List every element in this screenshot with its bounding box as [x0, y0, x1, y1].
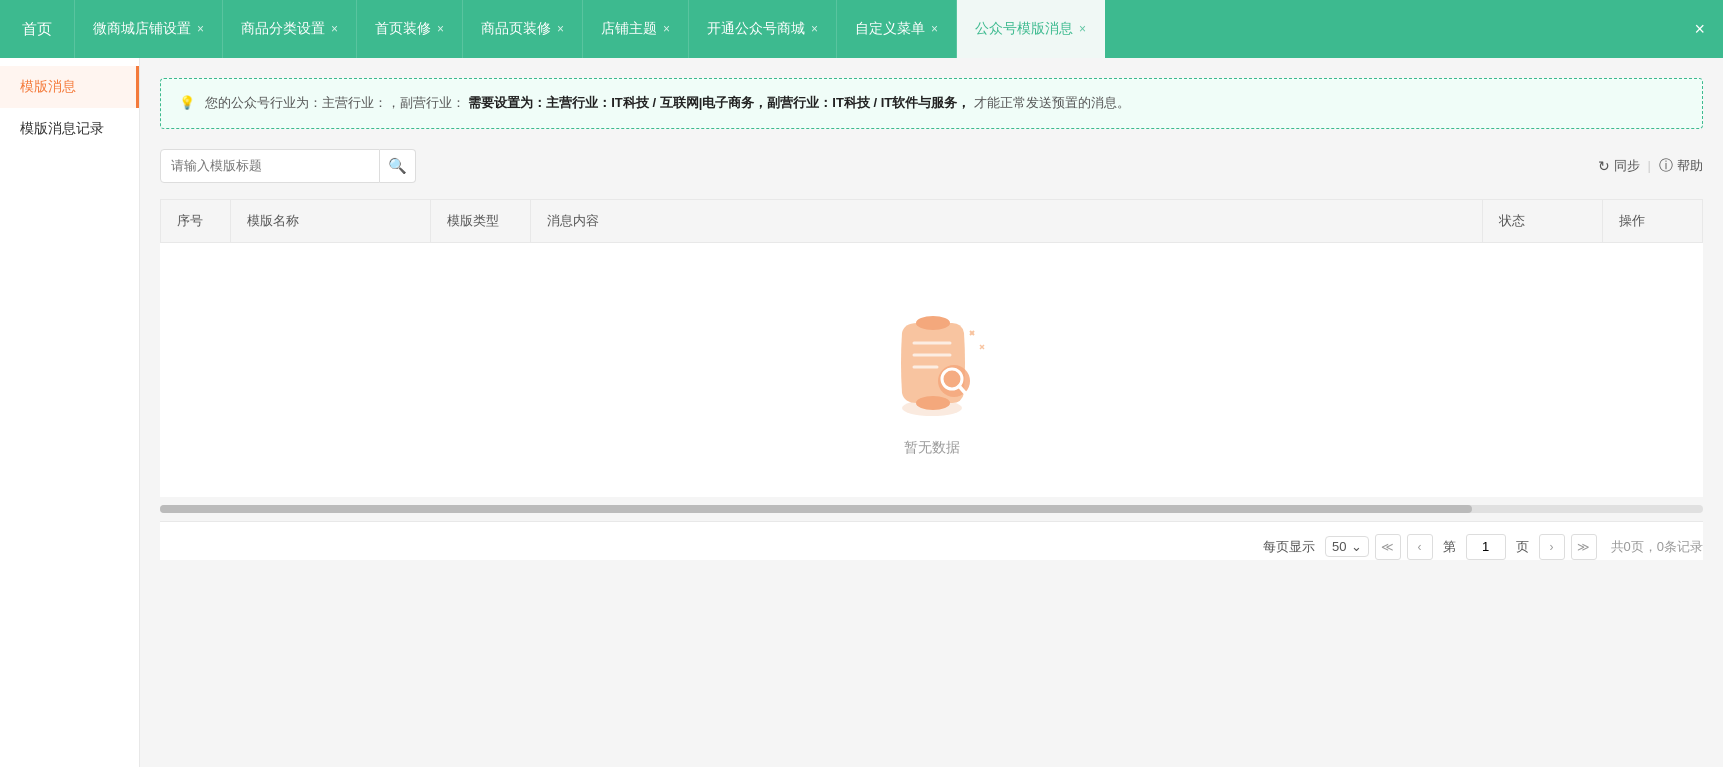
tab-custom-menu[interactable]: 自定义菜单 × [837, 0, 957, 58]
table-header: 序号 模版名称 模版类型 消息内容 状态 操作 [161, 199, 1703, 242]
empty-state: 暂无数据 [160, 243, 1703, 497]
tab-store-theme[interactable]: 店铺主题 × [583, 0, 689, 58]
search-input[interactable] [160, 149, 380, 183]
content-area: 💡 您的公众号行业为：主营行业：，副营行业： 需要设置为：主营行业：IT科技 /… [140, 58, 1723, 767]
search-bar: 🔍 ↻ 同步 | ⓘ 帮助 [160, 149, 1703, 183]
notice-highlight: 需要设置为：主营行业：IT科技 / 互联网|电子商务，副营行业：IT科技 / I… [468, 95, 970, 110]
last-page-button[interactable]: ≫ [1571, 534, 1597, 560]
tab-product-decor[interactable]: 商品页装修 × [463, 0, 583, 58]
global-close-button[interactable]: × [1676, 19, 1723, 40]
tab-wechat-shop[interactable]: 微商城店铺设置 × [75, 0, 223, 58]
tab-bar: 首页 微商城店铺设置 × 商品分类设置 × 首页装修 × 商品页装修 × 店铺主… [0, 0, 1723, 58]
empty-text: 暂无数据 [904, 439, 960, 457]
notice-box: 💡 您的公众号行业为：主营行业：，副营行业： 需要设置为：主营行业：IT科技 /… [160, 78, 1703, 129]
col-name: 模版名称 [231, 199, 431, 242]
notice-icon: 💡 [179, 95, 195, 110]
total-text: 共0页，0条记录 [1611, 538, 1703, 556]
col-action: 操作 [1603, 199, 1703, 242]
tab-home-decor-label: 首页装修 [375, 20, 431, 38]
per-page-chevron-icon: ⌄ [1351, 539, 1362, 554]
tab-open-mall[interactable]: 开通公众号商城 × [689, 0, 837, 58]
page-label: 第 [1443, 538, 1456, 556]
sidebar-item-template-msg[interactable]: 模版消息 [0, 66, 139, 108]
tab-store-theme-label: 店铺主题 [601, 20, 657, 38]
search-button[interactable]: 🔍 [380, 149, 416, 183]
horizontal-scrollbar[interactable] [160, 505, 1703, 513]
tab-wechat-shop-close[interactable]: × [197, 22, 204, 36]
tab-category-close[interactable]: × [331, 22, 338, 36]
tab-template-msg[interactable]: 公众号模版消息 × [957, 0, 1105, 58]
tab-open-mall-close[interactable]: × [811, 22, 818, 36]
sync-label: 同步 [1614, 157, 1640, 175]
search-icon: 🔍 [388, 157, 407, 175]
first-page-button[interactable]: ≪ [1375, 534, 1401, 560]
empty-illustration [872, 303, 992, 423]
scroll-thumb[interactable] [160, 505, 1472, 513]
toolbar-right: ↻ 同步 | ⓘ 帮助 [1598, 157, 1703, 175]
sidebar-item-template-msg-log-label: 模版消息记录 [20, 120, 104, 136]
page-unit: 页 [1516, 538, 1529, 556]
pagination-bar: 每页显示 50 ⌄ ≪ ‹ 第 页 › ≫ 共0页，0条记录 [160, 521, 1703, 560]
sidebar: 模版消息 模版消息记录 [0, 58, 140, 767]
tab-store-theme-close[interactable]: × [663, 22, 670, 36]
data-table: 序号 模版名称 模版类型 消息内容 状态 操作 [160, 199, 1703, 243]
toolbar-divider: | [1648, 158, 1651, 173]
tab-template-msg-label: 公众号模版消息 [975, 20, 1073, 38]
sync-icon: ↻ [1598, 158, 1610, 174]
svg-point-2 [916, 396, 950, 410]
col-type: 模版类型 [431, 199, 531, 242]
tab-home-decor-close[interactable]: × [437, 22, 444, 36]
tab-wechat-shop-label: 微商城店铺设置 [93, 20, 191, 38]
prev-page-button[interactable]: ‹ [1407, 534, 1433, 560]
per-page-select[interactable]: 50 ⌄ [1325, 536, 1368, 557]
svg-point-1 [916, 316, 950, 330]
tab-custom-menu-label: 自定义菜单 [855, 20, 925, 38]
per-page-label: 每页显示 [1263, 538, 1315, 556]
next-page-button[interactable]: › [1539, 534, 1565, 560]
tab-open-mall-label: 开通公众号商城 [707, 20, 805, 38]
tab-category[interactable]: 商品分类设置 × [223, 0, 357, 58]
col-index: 序号 [161, 199, 231, 242]
tab-template-msg-close[interactable]: × [1079, 22, 1086, 36]
notice-suffix: 才能正常发送预置的消息。 [974, 95, 1130, 110]
sync-button[interactable]: ↻ 同步 [1598, 157, 1640, 175]
tab-category-label: 商品分类设置 [241, 20, 325, 38]
notice-prefix: 您的公众号行业为：主营行业：，副营行业： [205, 95, 465, 110]
sidebar-item-template-msg-log[interactable]: 模版消息记录 [0, 108, 139, 150]
sidebar-item-template-msg-label: 模版消息 [20, 78, 76, 94]
tab-product-decor-label: 商品页装修 [481, 20, 551, 38]
page-input[interactable] [1466, 534, 1506, 560]
help-icon: ⓘ [1659, 157, 1673, 175]
tab-product-decor-close[interactable]: × [557, 22, 564, 36]
help-button[interactable]: ⓘ 帮助 [1659, 157, 1703, 175]
table-scroll-area: 序号 模版名称 模版类型 消息内容 状态 操作 [160, 199, 1703, 521]
tab-custom-menu-close[interactable]: × [931, 22, 938, 36]
tab-home[interactable]: 首页 [0, 0, 75, 58]
tab-home-label: 首页 [22, 20, 52, 39]
col-content: 消息内容 [531, 199, 1483, 242]
tab-home-decor[interactable]: 首页装修 × [357, 0, 463, 58]
per-page-value: 50 [1332, 539, 1346, 554]
help-label: 帮助 [1677, 157, 1703, 175]
main-layout: 模版消息 模版消息记录 💡 您的公众号行业为：主营行业：，副营行业： 需要设置为… [0, 58, 1723, 767]
col-status: 状态 [1483, 199, 1603, 242]
